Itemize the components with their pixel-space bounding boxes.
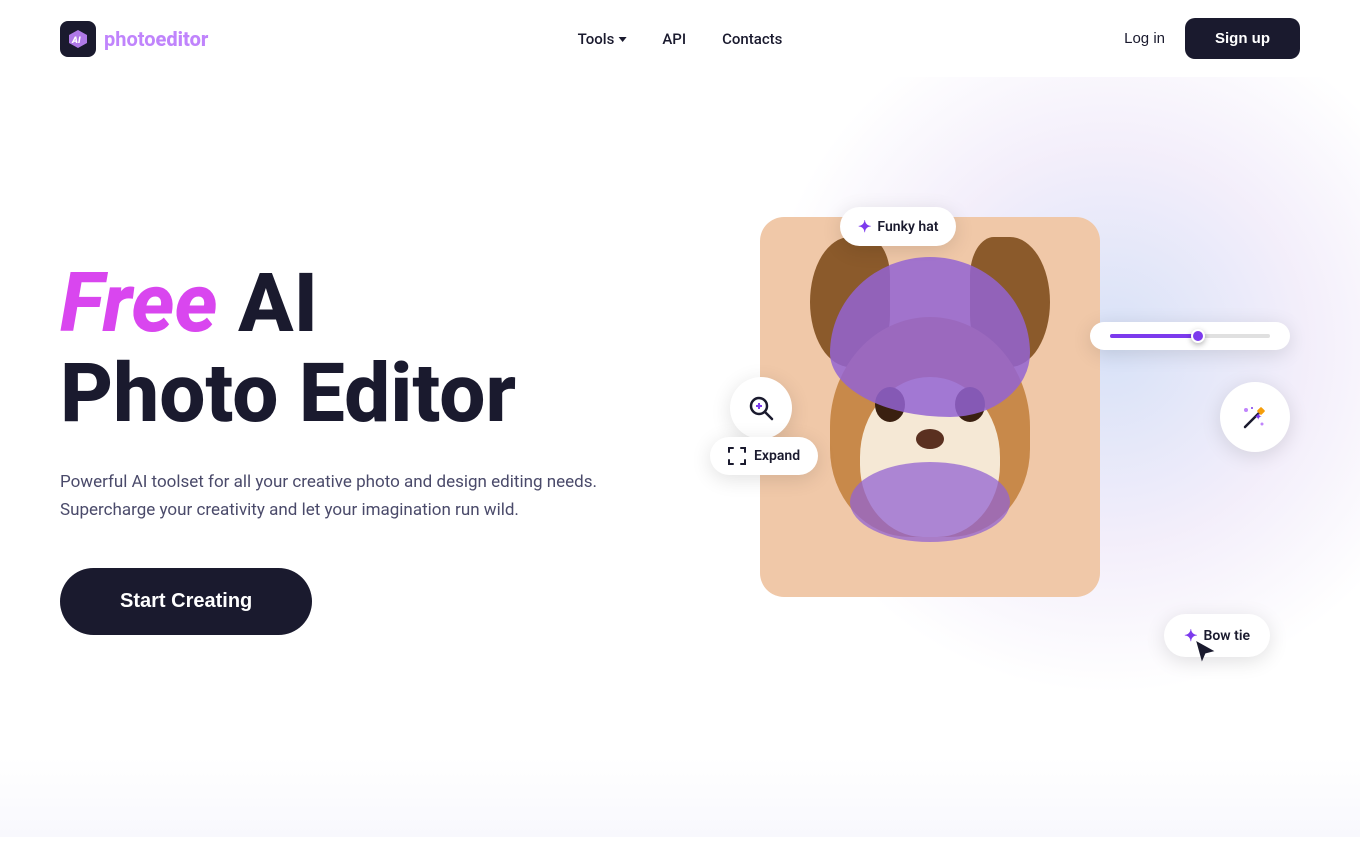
nav-api[interactable]: API <box>662 30 686 48</box>
svg-text:AI: AI <box>71 36 81 46</box>
zoom-icon <box>747 394 775 422</box>
magic-wand-icon: ✦ <box>1240 402 1270 432</box>
magic-wand-bubble: ✦ <box>1220 382 1290 452</box>
zoom-bubble <box>730 377 792 439</box>
nav-contacts[interactable]: Contacts <box>722 30 782 48</box>
hero-section: Free AI Photo Editor Powerful AI toolset… <box>0 77 1360 837</box>
chip-bow-tie: ✦ Bow tie <box>1164 614 1270 657</box>
start-creating-button[interactable]: Start Creating <box>60 568 312 635</box>
hero-subtitle: Powerful AI toolset for all your creativ… <box>60 468 620 524</box>
neck-blob <box>850 462 1010 542</box>
expand-icon <box>728 447 746 465</box>
hero-illustration: ✦ Funky hat <box>680 187 1300 707</box>
logo-icon: AI <box>60 21 96 57</box>
sparkle-icon: ✦ <box>858 217 871 236</box>
chip-expand: Expand <box>710 437 818 475</box>
svg-text:✦: ✦ <box>1254 412 1262 423</box>
slider-thumb <box>1191 329 1205 343</box>
hero-title: Free AI Photo Editor <box>60 259 680 439</box>
login-button[interactable]: Log in <box>1124 30 1165 47</box>
nav-tools[interactable]: Tools <box>578 30 627 48</box>
hero-content: Free AI Photo Editor Powerful AI toolset… <box>60 259 680 634</box>
chevron-down-icon <box>618 37 626 42</box>
dog-nose <box>916 429 944 449</box>
slider-track <box>1110 334 1270 338</box>
nav-actions: Log in Sign up <box>1124 18 1300 59</box>
navbar: AI photoeditor Tools API Contacts Log in… <box>0 0 1360 77</box>
logo-text: photoeditor <box>104 27 208 51</box>
chip-funky-hat: ✦ Funky hat <box>840 207 956 246</box>
logo[interactable]: AI photoeditor <box>60 21 208 57</box>
signup-button[interactable]: Sign up <box>1185 18 1300 59</box>
nav-links: Tools API Contacts <box>578 30 783 48</box>
slider-fill <box>1110 334 1198 338</box>
cursor-icon <box>1195 640 1215 669</box>
slider-control[interactable] <box>1090 322 1290 350</box>
dog-card <box>760 217 1100 597</box>
bottom-gradient <box>0 757 1360 837</box>
